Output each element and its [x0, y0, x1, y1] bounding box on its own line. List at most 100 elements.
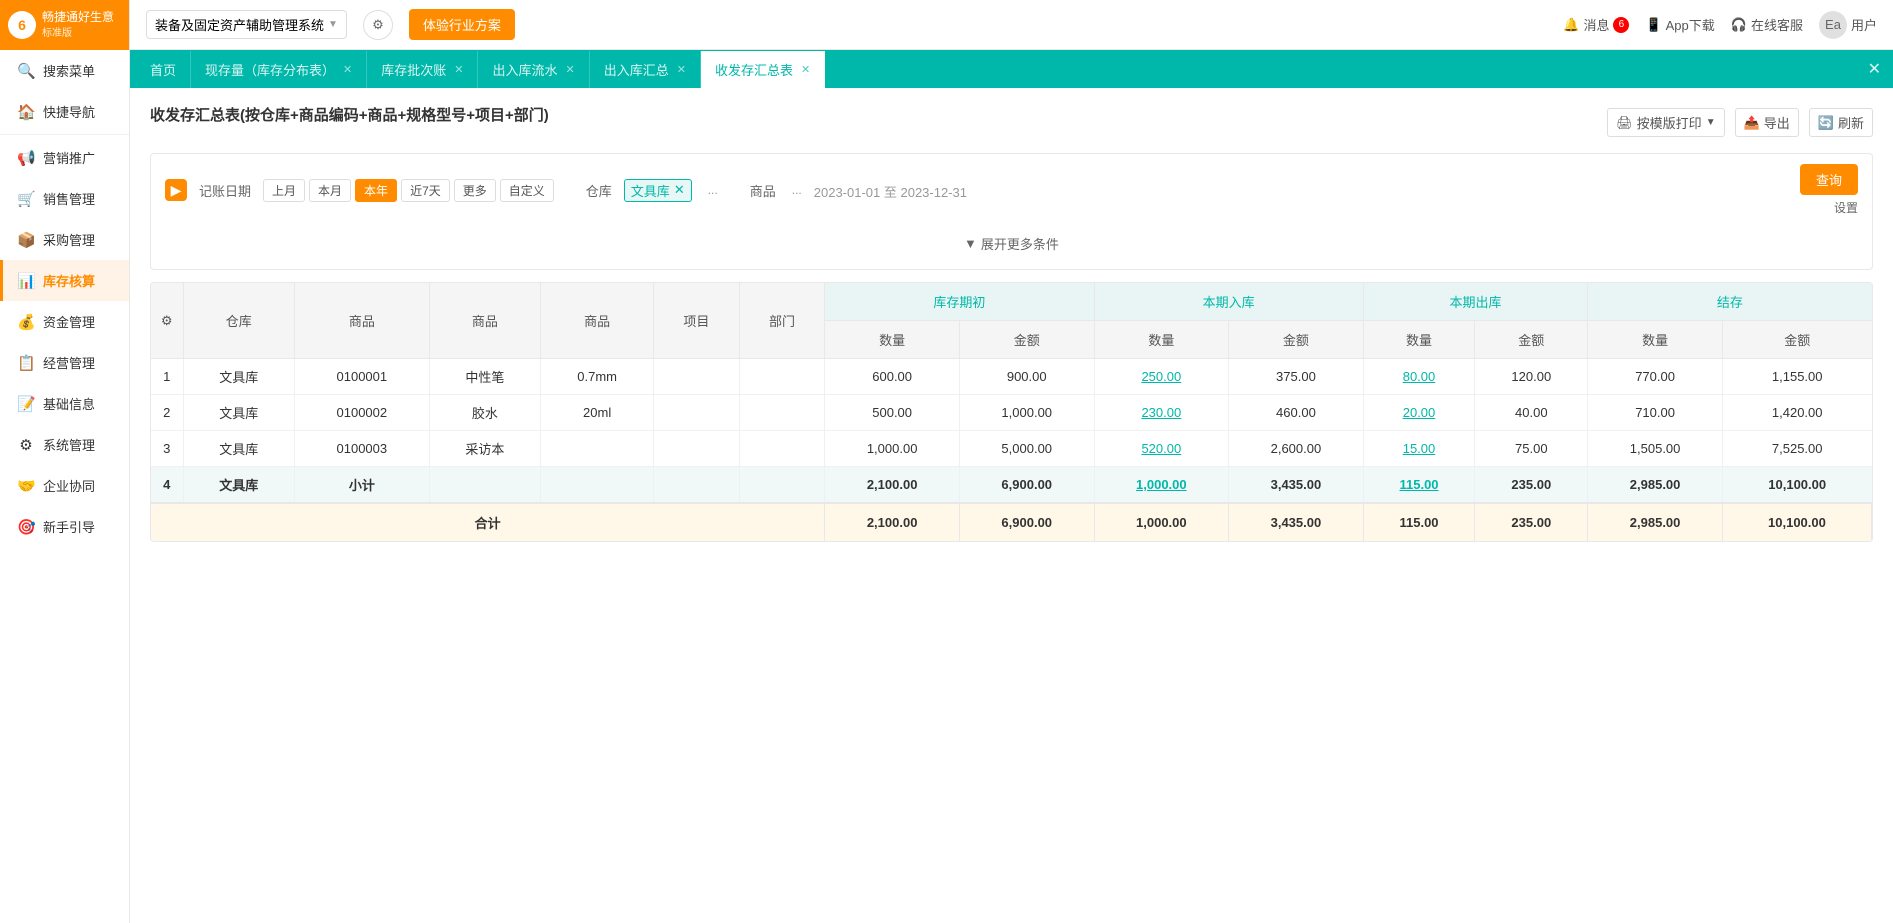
total-opening-qty: 2,100.00	[825, 503, 960, 541]
content-inner: 收发存汇总表(按仓库+商品编码+商品+规格型号+项目+部门) 🖨 按模版打印 ▼…	[130, 88, 1893, 923]
online-service-action[interactable]: 🎧 在线客服	[1731, 15, 1803, 34]
row1-warehouse: 文具库	[183, 359, 295, 395]
close-all-tabs[interactable]: ✕	[1856, 59, 1893, 79]
date-btn-this-month[interactable]: 本月	[309, 179, 351, 202]
row2-goods-name: 胶水	[429, 395, 541, 431]
date-btn-7days[interactable]: 近7天	[401, 179, 450, 202]
table-row: 2 文具库 0100002 胶水 20ml 500.00 1,000.00 23…	[151, 395, 1872, 431]
th-opening-qty: 数量	[825, 321, 960, 359]
total-balance-amt: 10,100.00	[1722, 503, 1871, 541]
row3-balance-qty: 1,505.00	[1588, 431, 1723, 467]
subtotal-balance-amt: 10,100.00	[1722, 467, 1871, 504]
date-btn-this-year[interactable]: 本年	[355, 179, 397, 202]
warehouse-more-btn[interactable]: ...	[708, 183, 718, 197]
row3-out-qty[interactable]: 15.00	[1363, 431, 1475, 467]
row1-balance-amt: 1,155.00	[1722, 359, 1871, 395]
table-row: 3 文具库 0100003 采访本 1,000.00 5,000.00 520.…	[151, 431, 1872, 467]
sidebar-label-guide: 新手引导	[43, 517, 95, 536]
warehouse-filter-label: 仓库	[586, 181, 612, 200]
message-action[interactable]: 🔔 消息 6	[1563, 15, 1629, 34]
app-title-line1: 畅捷通好生意	[42, 10, 114, 26]
th-out-qty: 数量	[1363, 321, 1475, 359]
row2-out-qty[interactable]: 20.00	[1363, 395, 1475, 431]
row3-goods-code: 0100003	[295, 431, 430, 467]
tab-close-inventory-dist[interactable]: ✕	[343, 63, 352, 76]
trial-button[interactable]: 体验行业方案	[409, 9, 515, 40]
th-in-amt: 金额	[1229, 321, 1364, 359]
row1-out-amt: 120.00	[1475, 359, 1588, 395]
sidebar-item-finance[interactable]: 💰 资金管理	[0, 301, 129, 342]
subtotal-opening-amt: 6,900.00	[959, 467, 1094, 504]
row1-in-qty[interactable]: 250.00	[1094, 359, 1229, 395]
sidebar-item-purchase[interactable]: 📦 采购管理	[0, 219, 129, 260]
sidebar-item-business[interactable]: 📋 经营管理	[0, 342, 129, 383]
row2-in-qty[interactable]: 230.00	[1094, 395, 1229, 431]
subtotal-in-qty[interactable]: 1,000.00	[1094, 467, 1229, 504]
refresh-button[interactable]: 🔄 刷新	[1809, 108, 1873, 137]
tab-close-batch[interactable]: ✕	[454, 63, 463, 76]
filter-settings-link[interactable]: 设置	[1834, 199, 1858, 216]
sidebar-item-guide[interactable]: 🎯 新手引导	[0, 506, 129, 547]
subtotal-out-amt: 235.00	[1475, 467, 1588, 504]
warehouse-tag-close-btn[interactable]: ✕	[674, 182, 685, 198]
filter-toggle-button[interactable]: ▶	[165, 179, 187, 201]
row3-warehouse: 文具库	[183, 431, 295, 467]
tab-home[interactable]: 首页	[130, 51, 191, 88]
row3-in-qty[interactable]: 520.00	[1094, 431, 1229, 467]
th-settings[interactable]: ⚙	[151, 283, 183, 359]
sidebar-item-sales[interactable]: 🛒 销售管理	[0, 178, 129, 219]
sidebar-item-marketing[interactable]: 📢 营销推广	[0, 137, 129, 178]
sidebar-item-search[interactable]: 🔍 搜索菜单	[0, 50, 129, 91]
tab-flow[interactable]: 出入库流水 ✕	[478, 51, 589, 88]
tab-summary[interactable]: 出入库汇总 ✕	[590, 51, 701, 88]
subtotal-warehouse: 文具库	[183, 467, 295, 504]
th-goods-name: 商品	[429, 283, 541, 359]
tab-close-stock-summary[interactable]: ✕	[801, 63, 810, 76]
sidebar-nav: 🔍 搜索菜单 🏠 快捷导航 📢 营销推广 🛒 销售管理 📦 采购管理 📊 库存核…	[0, 50, 129, 923]
query-button[interactable]: 查询	[1800, 164, 1858, 195]
sidebar-item-inventory[interactable]: 📊 库存核算	[0, 260, 129, 301]
app-download-label: App下载	[1666, 15, 1715, 34]
tab-batch[interactable]: 库存批次账 ✕	[367, 51, 478, 88]
row2-no: 2	[151, 395, 183, 431]
row2-goods-spec: 20ml	[541, 395, 654, 431]
column-settings-icon[interactable]: ⚙	[161, 313, 173, 328]
handshake-icon: 🤝	[17, 477, 35, 495]
sidebar-item-basic[interactable]: 📝 基础信息	[0, 383, 129, 424]
sidebar-label-inventory: 库存核算	[43, 271, 95, 290]
user-action[interactable]: Ea 用户	[1819, 11, 1877, 39]
expand-more-btn[interactable]: ▼ 展开更多条件	[964, 234, 1059, 253]
subtotal-out-qty[interactable]: 115.00	[1363, 467, 1475, 504]
expand-bar: ▼ 展开更多条件	[165, 234, 1858, 253]
sidebar-item-quicknav[interactable]: 🏠 快捷导航	[0, 91, 129, 132]
print-button[interactable]: 🖨 按模版打印 ▼	[1607, 108, 1724, 137]
tab-close-summary[interactable]: ✕	[677, 63, 686, 76]
th-department: 部门	[739, 283, 825, 359]
subtotal-empty4	[739, 467, 825, 504]
row3-balance-amt: 7,525.00	[1722, 431, 1871, 467]
tab-bar: 首页 现存量（库存分布表） ✕ 库存批次账 ✕ 出入库流水 ✕ 出入库汇总 ✕ …	[130, 50, 1893, 88]
row3-project	[654, 431, 740, 467]
row1-out-qty[interactable]: 80.00	[1363, 359, 1475, 395]
total-in-qty: 1,000.00	[1094, 503, 1229, 541]
megaphone-icon: 📢	[17, 149, 35, 167]
goods-more-btn[interactable]: ...	[792, 183, 802, 197]
export-button[interactable]: 📤 导出	[1735, 108, 1799, 137]
system-selector[interactable]: 装备及固定资产辅助管理系统 ▼	[146, 10, 347, 39]
total-label: 合计	[151, 503, 825, 541]
sidebar-item-system[interactable]: ⚙ 系统管理	[0, 424, 129, 465]
gear-icon: ⚙	[17, 436, 35, 454]
row3-opening-qty: 1,000.00	[825, 431, 960, 467]
tab-close-flow[interactable]: ✕	[566, 63, 575, 76]
date-btn-custom[interactable]: 自定义	[500, 179, 554, 202]
tab-stock-summary[interactable]: 收发存汇总表 ✕	[701, 51, 825, 88]
row3-opening-amt: 5,000.00	[959, 431, 1094, 467]
sidebar-item-collab[interactable]: 🤝 企业协同	[0, 465, 129, 506]
app-download-action[interactable]: 📱 App下载	[1645, 15, 1714, 34]
tab-stock-summary-label: 收发存汇总表	[715, 60, 793, 79]
date-btn-prev-month[interactable]: 上月	[263, 179, 305, 202]
date-btn-more[interactable]: 更多	[454, 179, 496, 202]
header-actions: 🔔 消息 6 📱 App下载 🎧 在线客服 Ea 用户	[1563, 11, 1877, 39]
tab-inventory-dist[interactable]: 现存量（库存分布表） ✕	[191, 51, 367, 88]
settings-button[interactable]: ⚙	[363, 10, 393, 40]
